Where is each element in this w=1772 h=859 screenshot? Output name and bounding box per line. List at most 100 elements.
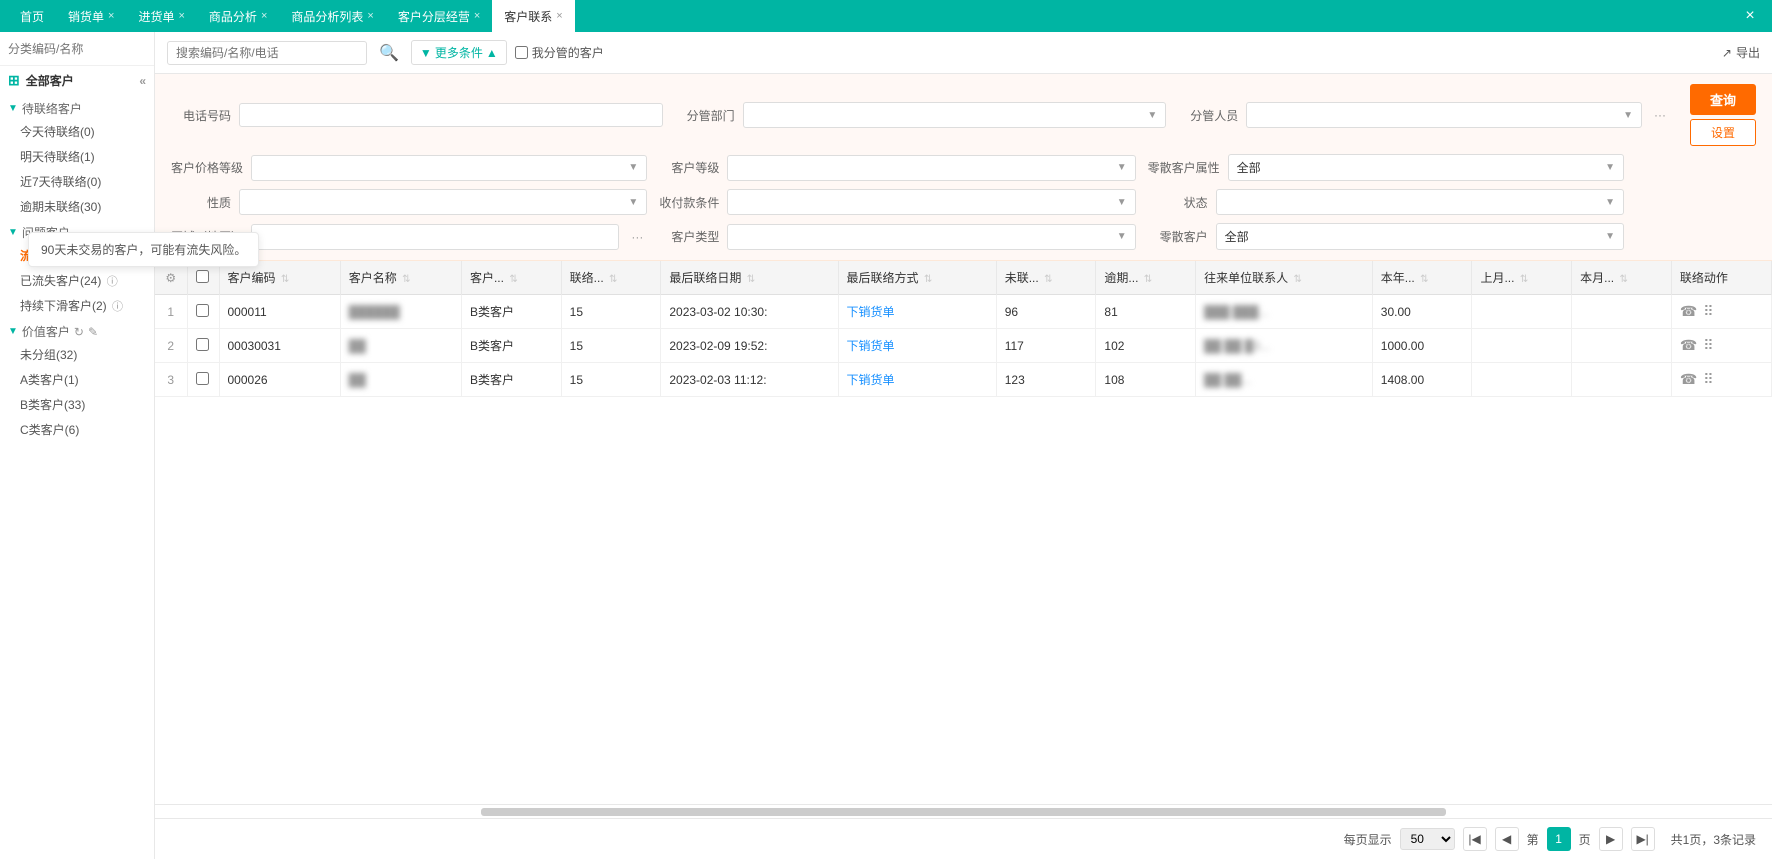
row-checkbox-cell[interactable] [187, 329, 219, 363]
zero-customer-select[interactable]: 全部 ▼ [1216, 223, 1624, 250]
person-more-button[interactable]: ··· [1650, 108, 1670, 122]
status-label: 状态 [1148, 194, 1208, 211]
th-this-month[interactable]: 本月... ⇅ [1572, 261, 1672, 295]
row-contacts: ██ ██ █3... [1196, 329, 1373, 363]
nav-sales-order[interactable]: 销货单 × [56, 0, 126, 32]
last-page-button[interactable]: ▶| [1631, 827, 1655, 851]
my-customers-checkbox[interactable] [515, 46, 528, 59]
sidebar-item-class-a[interactable]: A类客户(1) [0, 367, 154, 392]
row-last-contact-way[interactable]: 下销货单 [838, 363, 996, 397]
nav-purchase-order[interactable]: 进货单 × [126, 0, 196, 32]
query-button[interactable]: 查询 [1690, 84, 1756, 115]
sidebar-group-value[interactable]: ▼ 价值客户 ↻ ✎ [0, 318, 154, 342]
th-last-month[interactable]: 上月... ⇅ [1472, 261, 1572, 295]
scroll-thumb[interactable] [481, 808, 1446, 816]
action-contact-icon[interactable]: ☎ [1680, 303, 1697, 320]
action-more-icon[interactable]: ⠿ [1703, 371, 1713, 388]
nav-customer-segment-close[interactable]: × [474, 10, 480, 22]
nav-customer-segment[interactable]: 客户分层经营 × [386, 0, 492, 32]
chevron-down-icon: ▼ [1147, 110, 1157, 121]
horizontal-scrollbar[interactable] [155, 804, 1772, 818]
nav-product-analysis-list-close[interactable]: × [367, 10, 373, 22]
sort-name-icon: ⇅ [402, 274, 410, 285]
all-customers-header[interactable]: ⊞ 全部客户 « [0, 66, 154, 95]
row-overdue: 81 [1096, 295, 1196, 329]
select-all-checkbox[interactable] [196, 270, 209, 283]
row-num: 3 [155, 363, 187, 397]
filter-row-3: 性质 ▼ 收付款条件 ▼ 状态 [171, 189, 1756, 215]
nature-select[interactable]: ▼ [239, 189, 647, 215]
row-checkbox-cell[interactable] [187, 295, 219, 329]
row-checkbox[interactable] [196, 372, 209, 385]
nav-home[interactable]: 首页 [8, 0, 56, 32]
action-more-icon[interactable]: ⠿ [1703, 303, 1713, 320]
sidebar-item-class-c[interactable]: C类客户(6) [0, 417, 154, 442]
region-select[interactable] [251, 224, 619, 250]
row-checkbox-cell[interactable] [187, 363, 219, 397]
next-page-button[interactable]: ▶ [1599, 827, 1623, 851]
nav-product-analysis[interactable]: 商品分析 × [197, 0, 279, 32]
row-checkbox[interactable] [196, 304, 209, 317]
sidebar-item-class-b[interactable]: B类客户(33) [0, 392, 154, 417]
phone-input[interactable] [239, 103, 663, 127]
customer-type-label: 客户类型 [659, 228, 719, 245]
nav-product-analysis-list[interactable]: 商品分析列表 × [279, 0, 385, 32]
refresh-icon[interactable]: ↻ [74, 325, 84, 339]
nav-customer-contact-close[interactable]: × [556, 10, 562, 22]
nav-purchase-order-close[interactable]: × [178, 10, 184, 22]
filter-search-input[interactable] [167, 41, 367, 65]
sidebar-item-week-contact[interactable]: 近7天待联络(0) [0, 169, 154, 194]
filter-zero-customer-field: 零散客户 全部 ▼ [1148, 223, 1624, 250]
region-more-button[interactable]: ··· [627, 230, 647, 244]
row-last-contact-way[interactable]: 下销货单 [838, 295, 996, 329]
sidebar-item-overdue-contact[interactable]: 逾期未联络(30) [0, 194, 154, 219]
th-contact-count[interactable]: 联络... ⇅ [561, 261, 661, 295]
th-overdue[interactable]: 逾期... ⇅ [1096, 261, 1196, 295]
close-all-button[interactable]: × [1736, 2, 1764, 30]
prev-page-button[interactable]: ◀ [1495, 827, 1519, 851]
zero-attr-select[interactable]: 全部 ▼ [1228, 154, 1624, 181]
price-grade-select[interactable]: ▼ [251, 155, 647, 181]
th-not-contact[interactable]: 未联... ⇅ [996, 261, 1096, 295]
action-contact-icon[interactable]: ☎ [1680, 337, 1697, 354]
sidebar-item-ungroup[interactable]: 未分组(32) [0, 342, 154, 367]
customer-grade-select[interactable]: ▼ [727, 155, 1135, 181]
sidebar-item-declining[interactable]: 持续下滑客户(2) ⓘ [0, 293, 154, 318]
customer-type-select[interactable]: ▼ [727, 224, 1135, 250]
dept-select[interactable]: ▼ [743, 102, 1167, 128]
row-checkbox[interactable] [196, 338, 209, 351]
sidebar-item-tomorrow-contact[interactable]: 明天待联络(1) [0, 144, 154, 169]
last-contact-way-link[interactable]: 下销货单 [847, 339, 895, 353]
th-contacts[interactable]: 往来单位联系人 ⇅ [1196, 261, 1373, 295]
nav-sales-order-close[interactable]: × [108, 10, 114, 22]
row-this-year: 30.00 [1372, 295, 1472, 329]
last-contact-way-link[interactable]: 下销货单 [847, 373, 895, 387]
first-page-button[interactable]: |◀ [1463, 827, 1487, 851]
sidebar-item-today-contact[interactable]: 今天待联络(0) [0, 119, 154, 144]
person-select[interactable]: ▼ [1246, 102, 1642, 128]
settings-button[interactable]: 设置 [1690, 119, 1756, 146]
th-last-contact-date[interactable]: 最后联络日期 ⇅ [661, 261, 838, 295]
filter-more-conditions-button[interactable]: ▼ 更多条件 ▲ [411, 40, 507, 65]
filter-search-button[interactable]: 🔍 [375, 41, 403, 65]
last-contact-way-link[interactable]: 下销货单 [847, 305, 895, 319]
th-last-contact-way[interactable]: 最后联络方式 ⇅ [838, 261, 996, 295]
sort-month-icon: ⇅ [1620, 274, 1628, 285]
nav-customer-contact[interactable]: 客户联系 × [492, 0, 574, 32]
sidebar-search-input[interactable] [8, 42, 155, 56]
th-name[interactable]: 客户名称 ⇅ [340, 261, 461, 295]
th-customer-type[interactable]: 客户... ⇅ [461, 261, 561, 295]
action-contact-icon[interactable]: ☎ [1680, 371, 1697, 388]
row-last-contact-way[interactable]: 下销货单 [838, 329, 996, 363]
payment-select[interactable]: ▼ [727, 189, 1135, 215]
page-size-select[interactable]: 50 100 200 [1400, 828, 1455, 850]
th-this-year[interactable]: 本年... ⇅ [1372, 261, 1472, 295]
my-customers-checkbox-label[interactable]: 我分管的客户 [515, 44, 604, 61]
action-more-icon[interactable]: ⠿ [1703, 337, 1713, 354]
nav-product-analysis-close[interactable]: × [261, 10, 267, 22]
sidebar-group-pending[interactable]: ▼ 待联络客户 [0, 95, 154, 119]
sidebar-item-churned[interactable]: 已流失客户(24) ⓘ [0, 268, 154, 293]
export-button[interactable]: ↗ 导出 [1722, 44, 1760, 61]
edit-icon[interactable]: ✎ [88, 325, 98, 339]
status-select[interactable]: ▼ [1216, 189, 1624, 215]
